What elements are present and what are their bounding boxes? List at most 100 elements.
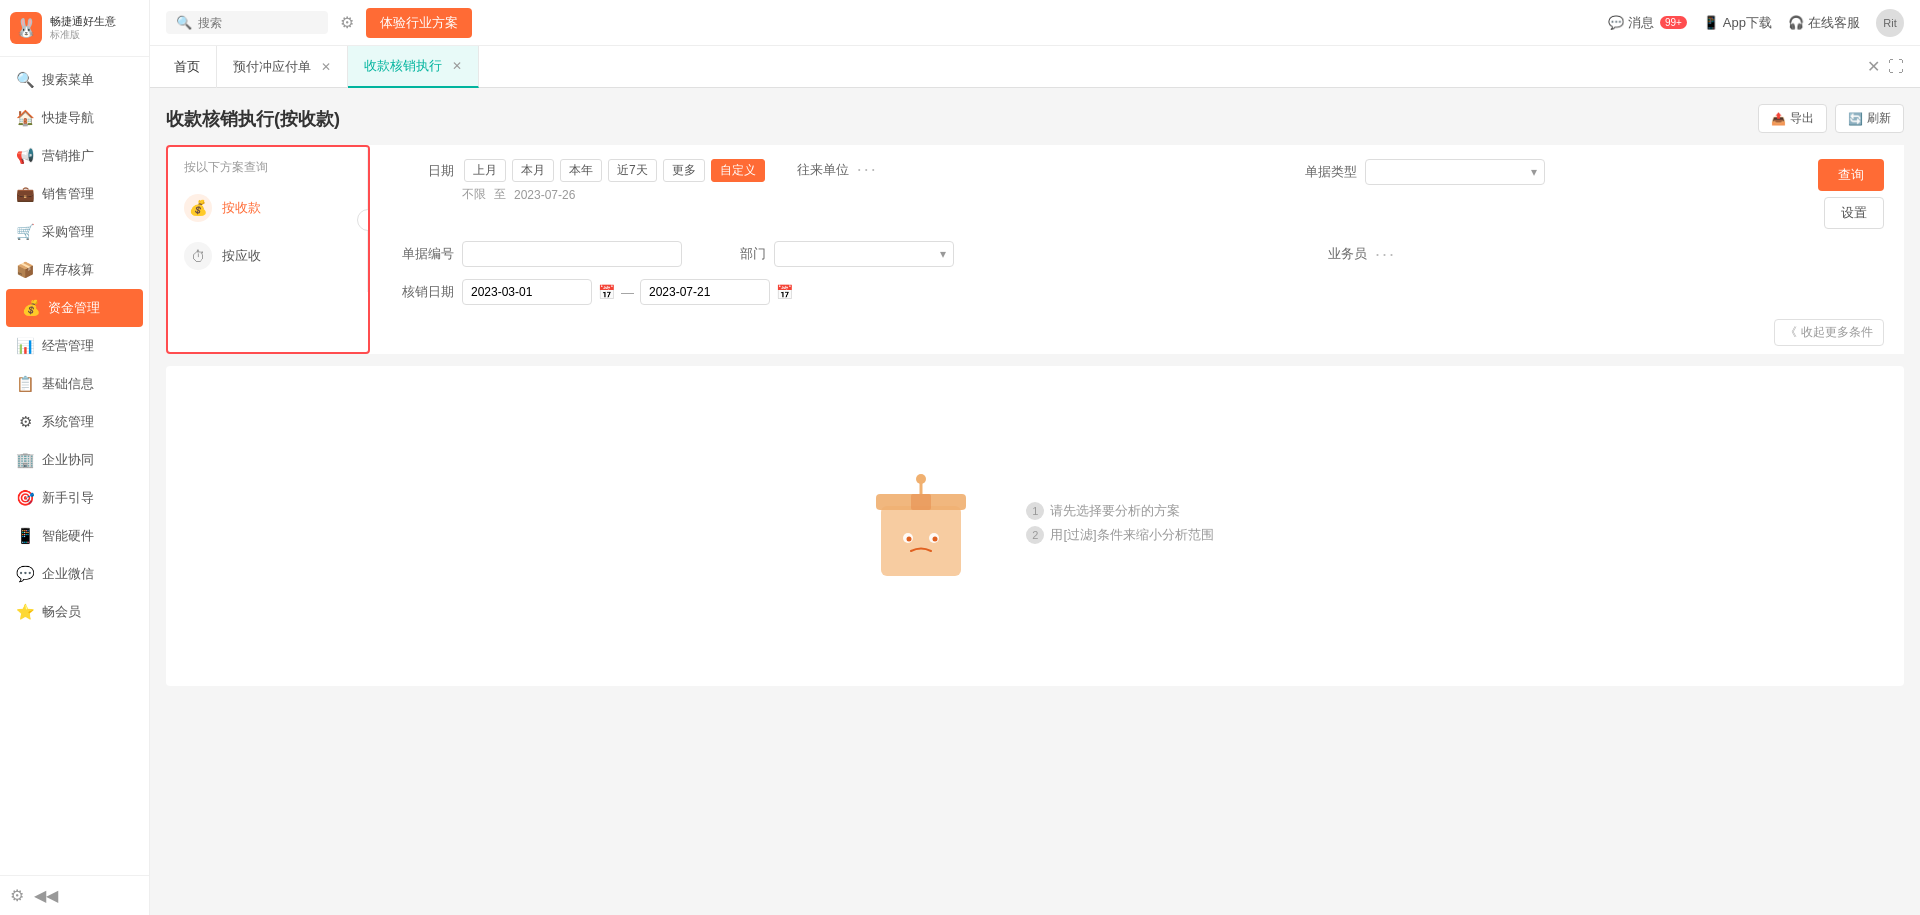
page-title-actions: 📤 导出 🔄 刷新 (1758, 104, 1904, 133)
export-button[interactable]: 📤 导出 (1758, 104, 1827, 133)
settings-button[interactable]: 设置 (1824, 197, 1884, 229)
filter-salesperson-field: 业务员 ··· (1307, 244, 1884, 265)
finance-icon: 💰 (22, 299, 40, 317)
date-btn-custom[interactable]: 自定义 (711, 159, 765, 182)
app-download-button[interactable]: 📱 App下载 (1703, 14, 1772, 32)
sidebar-label-purchase: 采购管理 (42, 223, 94, 241)
date-btn-last-month[interactable]: 上月 (464, 159, 506, 182)
sidebar-label-marketing: 营销推广 (42, 147, 94, 165)
department-select[interactable] (774, 241, 954, 267)
sidebar-label-inventory: 库存核算 (42, 261, 94, 279)
solution-button[interactable]: 体验行业方案 (366, 8, 472, 38)
refresh-button[interactable]: 🔄 刷新 (1835, 104, 1904, 133)
empty-hint-2-text: 用[过滤]条件来缩小分析范围 (1050, 526, 1213, 544)
sidebar-label-hardware: 智能硬件 (42, 527, 94, 545)
verify-date-end-input[interactable] (640, 279, 770, 305)
sidebar-item-basic[interactable]: 📋 基础信息 (0, 365, 149, 403)
empty-hints: 1 请先选择要分析的方案 2 用[过滤]条件来缩小分析范围 (1026, 502, 1213, 550)
date-btn-more[interactable]: 更多 (663, 159, 705, 182)
counterparty-dots[interactable]: ··· (857, 159, 878, 180)
tab-close-all-icon[interactable]: ✕ (1867, 57, 1880, 76)
sidebar-item-finance[interactable]: 💰 资金管理 (6, 289, 143, 327)
doc-type-label: 单据类型 (1297, 163, 1357, 181)
header-search-icon: 🔍 (176, 15, 192, 30)
collapse-sidebar-icon[interactable]: ◀◀ (34, 886, 58, 905)
filter-counterparty-field: 往来单位 ··· (789, 159, 1274, 180)
header-search-input[interactable] (198, 16, 318, 30)
tab-receive-close[interactable]: ✕ (452, 59, 462, 73)
filter-sidebar-title: 按以下方案查询 (168, 159, 367, 184)
sidebar-item-system[interactable]: ⚙ 系统管理 (0, 403, 149, 441)
tab-home[interactable]: 首页 (158, 46, 217, 88)
sidebar-item-quick-nav[interactable]: 🏠 快捷导航 (0, 99, 149, 137)
sidebar-bottom: ⚙ ◀◀ (0, 875, 149, 915)
business-icon: 📊 (16, 337, 34, 355)
filter-option-by-receivable[interactable]: ⏱ 按应收 (168, 232, 367, 280)
header-search-box[interactable]: 🔍 (166, 11, 328, 34)
sidebar-label-enterprise: 企业协同 (42, 451, 94, 469)
sidebar-item-member[interactable]: ⭐ 畅会员 (0, 593, 149, 631)
date-btn-7days[interactable]: 近7天 (608, 159, 657, 182)
sidebar: 🐰 畅捷通好生意 标准版 🔍 搜索菜单 🏠 快捷导航 📢 营销推广 💼 销售管理… (0, 0, 150, 915)
user-avatar[interactable]: Rit (1876, 9, 1904, 37)
sidebar-item-wechat[interactable]: 💬 企业微信 (0, 555, 149, 593)
sidebar-item-enterprise[interactable]: 🏢 企业协同 (0, 441, 149, 479)
query-button[interactable]: 查询 (1818, 159, 1884, 191)
verify-date-label: 核销日期 (394, 283, 454, 301)
online-service-button[interactable]: 🎧 在线客服 (1788, 14, 1860, 32)
verify-date-start-calendar-icon[interactable]: 📅 (598, 284, 615, 300)
verify-date-end-calendar-icon[interactable]: 📅 (776, 284, 793, 300)
sidebar-item-business[interactable]: 📊 经营管理 (0, 327, 149, 365)
salesperson-dots[interactable]: ··· (1375, 244, 1396, 265)
settings-bottom-icon[interactable]: ⚙ (10, 886, 24, 905)
svg-point-8 (916, 474, 926, 484)
date-btn-this-year[interactable]: 本年 (560, 159, 602, 182)
sidebar-item-hardware[interactable]: 📱 智能硬件 (0, 517, 149, 555)
tab-home-label: 首页 (174, 58, 200, 76)
main-area: 🔍 ⚙ 体验行业方案 💬 消息 99+ 📱 App下载 🎧 在线客服 Rit (150, 0, 1920, 915)
tab-receive[interactable]: 收款核销执行 ✕ (348, 46, 479, 88)
date-range-display: 不限 至 2023-07-26 (462, 186, 765, 203)
hardware-icon: 📱 (16, 527, 34, 545)
empty-state-content: 1 请先选择要分析的方案 2 用[过滤]条件来缩小分析范围 (856, 466, 1213, 586)
app-logo: 🐰 畅捷通好生意 标准版 (0, 0, 149, 57)
verify-date-start-input[interactable] (462, 279, 592, 305)
department-select-wrapper (774, 241, 954, 267)
empty-hint-2: 2 用[过滤]条件来缩小分析范围 (1026, 526, 1213, 544)
salesperson-label: 业务员 (1307, 245, 1367, 263)
sidebar-label-quick-nav: 快捷导航 (42, 109, 94, 127)
filter-row-1: 日期 上月 本月 本年 近7天 更多 自定义 不限 (394, 159, 1884, 229)
tab-prepay-close[interactable]: ✕ (321, 60, 331, 74)
page-title: 收款核销执行(按收款) (166, 107, 340, 131)
filter-row-2: 单据编号 部门 业务员 ··· (394, 241, 1884, 267)
query-btn-col: 查询 设置 (1806, 159, 1884, 229)
sidebar-label-search-menu: 搜索菜单 (42, 71, 94, 89)
date-shortcuts: 上月 本月 本年 近7天 更多 自定义 (464, 159, 765, 182)
sidebar-item-search-menu[interactable]: 🔍 搜索菜单 (0, 61, 149, 99)
sidebar-item-inventory[interactable]: 📦 库存核算 (0, 251, 149, 289)
wechat-icon: 💬 (16, 565, 34, 583)
marketing-icon: 📢 (16, 147, 34, 165)
guide-icon: 🎯 (16, 489, 34, 507)
filter-option-by-receipt[interactable]: 💰 按收款 (168, 184, 367, 232)
tab-prepay[interactable]: 预付冲应付单 ✕ (217, 46, 348, 88)
date-btn-this-month[interactable]: 本月 (512, 159, 554, 182)
empty-state: 1 请先选择要分析的方案 2 用[过滤]条件来缩小分析范围 (856, 406, 1213, 646)
doc-type-select[interactable] (1365, 159, 1545, 185)
sidebar-item-purchase[interactable]: 🛒 采购管理 (0, 213, 149, 251)
date-label: 日期 (394, 162, 454, 180)
sidebar-item-guide[interactable]: 🎯 新手引导 (0, 479, 149, 517)
sidebar-item-sales[interactable]: 💼 销售管理 (0, 175, 149, 213)
empty-hint-1: 1 请先选择要分析的方案 (1026, 502, 1213, 520)
svg-rect-2 (911, 494, 931, 510)
header-gear-icon[interactable]: ⚙ (340, 13, 354, 32)
doc-number-input[interactable] (462, 241, 682, 267)
filter-doctype-field: 单据类型 (1297, 159, 1782, 185)
collapse-more-button[interactable]: 《 收起更多条件 (1774, 319, 1884, 346)
content-area: 1 请先选择要分析的方案 2 用[过滤]条件来缩小分析范围 (166, 366, 1904, 686)
app-download-label: App下载 (1723, 14, 1772, 32)
tab-expand-icon[interactable]: ⛶ (1888, 58, 1904, 76)
sidebar-item-marketing[interactable]: 📢 营销推广 (0, 137, 149, 175)
messages-button[interactable]: 💬 消息 99+ (1608, 14, 1687, 32)
filter-row-3: 核销日期 📅 — 📅 (394, 279, 1884, 305)
